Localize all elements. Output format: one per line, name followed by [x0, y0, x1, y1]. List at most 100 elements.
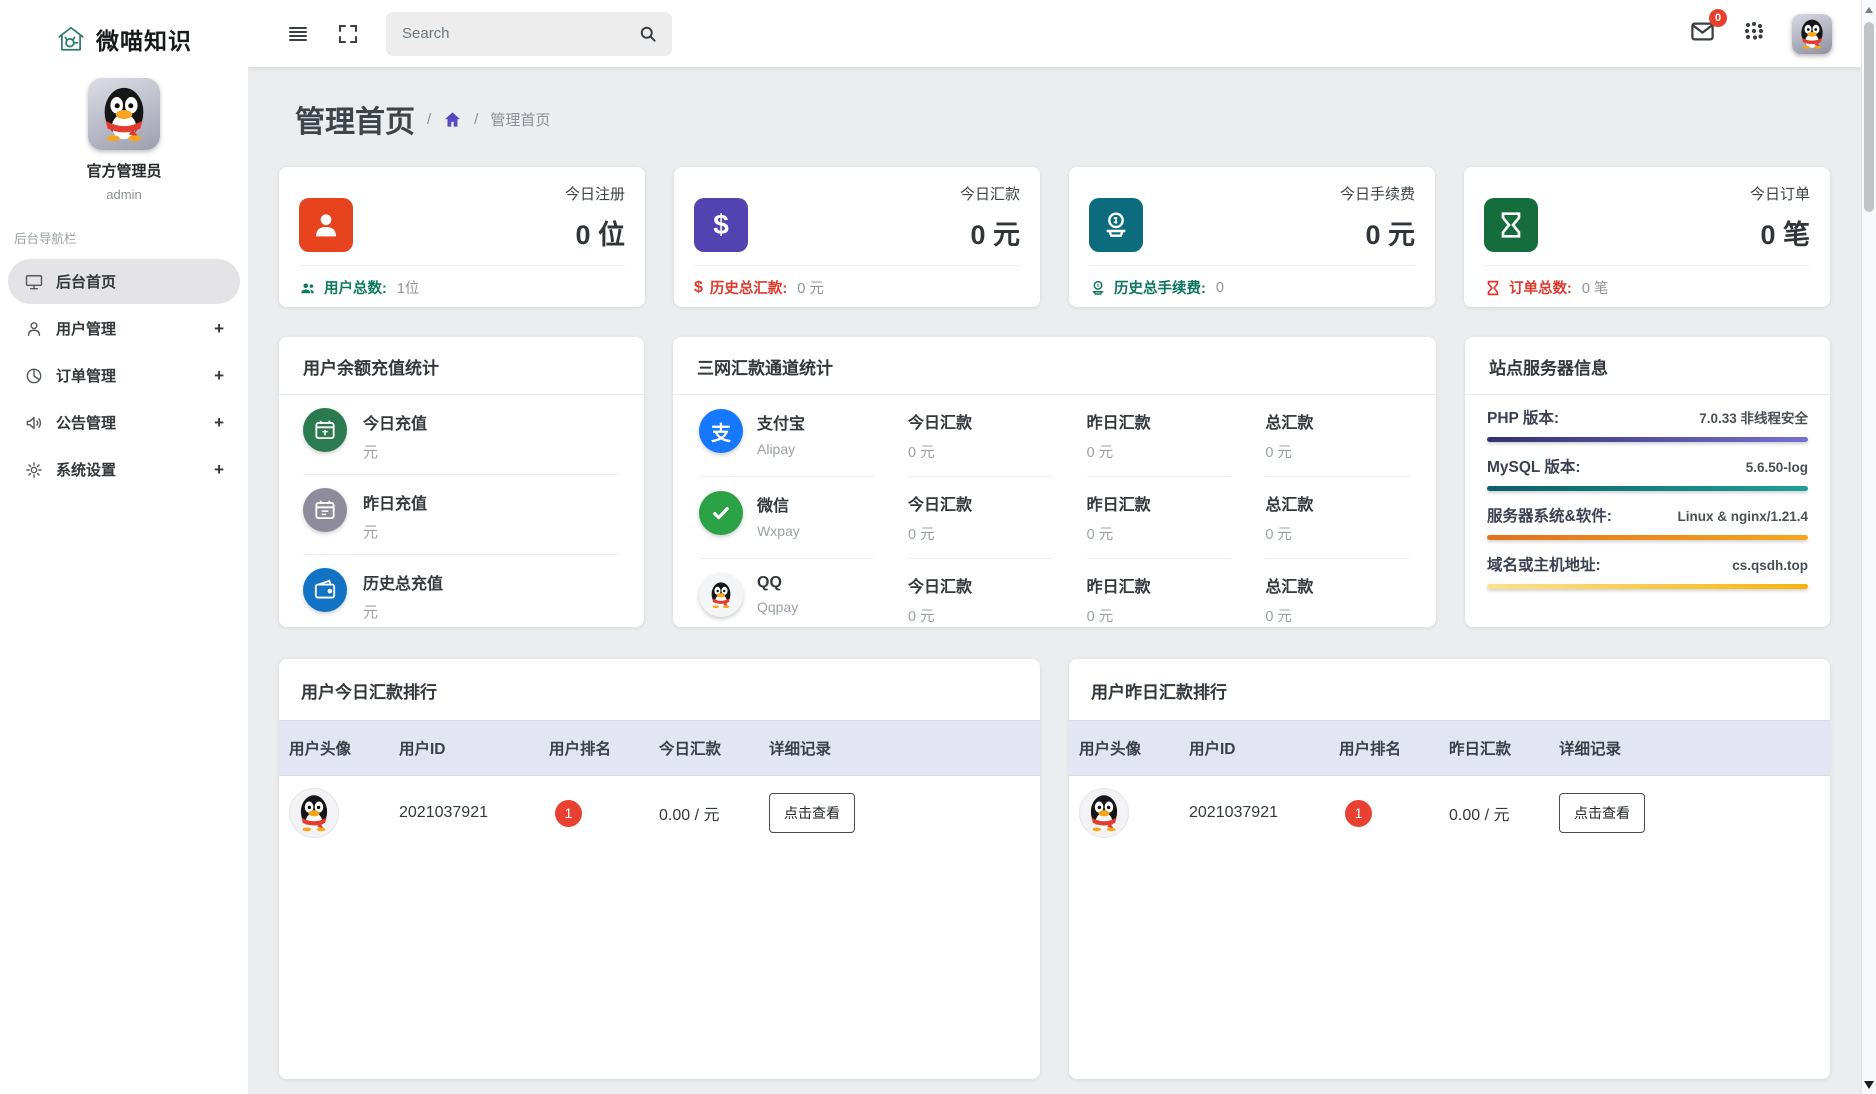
stat-value: 0 元	[1265, 605, 1410, 626]
monitor-icon	[24, 272, 44, 292]
stat-value: 0 元	[1087, 523, 1232, 544]
search-icon[interactable]	[638, 24, 658, 44]
stat-footer-label: 订单总数:	[1509, 277, 1572, 298]
stat-value: 0 元	[960, 213, 1020, 252]
search-input[interactable]	[400, 24, 638, 43]
stat-footer-value: 1位	[397, 277, 420, 298]
stat-value: 0 位	[565, 213, 625, 252]
expand-plus-icon[interactable]: +	[214, 460, 224, 480]
mail-count-badge: 0	[1709, 9, 1727, 27]
mail-button[interactable]: 0	[1689, 18, 1716, 50]
qq-icon	[699, 573, 743, 617]
sidebar-item-users[interactable]: 用户管理 +	[8, 306, 240, 351]
stat-label: 今日汇款	[960, 183, 1020, 204]
sidebar-item-settings[interactable]: 系统设置 +	[8, 447, 240, 492]
avatar	[1079, 788, 1129, 838]
list-item-label: 昨日充值	[363, 490, 427, 514]
home-icon[interactable]	[443, 110, 462, 129]
stat-value: 0 元	[908, 441, 1053, 462]
stat-label: 总汇款	[1265, 573, 1410, 597]
sidebar-item-label: 后台首页	[56, 271, 224, 292]
stat-label: 总汇款	[1265, 409, 1410, 433]
stat-cards-row: 今日注册 0 位 用户总数: 1位 $ 今日汇款 0 元	[279, 167, 1830, 307]
rank-badge: 1	[1345, 800, 1372, 827]
sidebar-item-orders[interactable]: 订单管理 +	[8, 353, 240, 398]
brand-title: 微喵知识	[96, 22, 192, 56]
server-value: 7.0.33 非线程安全	[1699, 407, 1808, 427]
coin-deposit-icon	[1089, 279, 1107, 297]
scrollbar-thumb[interactable]	[1864, 22, 1874, 212]
sidebar-item-dashboard[interactable]: 后台首页	[8, 259, 240, 304]
progress-bar	[1487, 535, 1808, 540]
view-details-button[interactable]: 点击查看	[769, 793, 855, 833]
sidebar-item-announcements[interactable]: 公告管理 +	[8, 400, 240, 445]
avatar	[289, 788, 339, 838]
stat-footer-label: 用户总数:	[324, 277, 387, 298]
server-info-row: PHP 版本: 7.0.33 非线程安全	[1465, 395, 1830, 444]
channel-name: QQ	[757, 574, 798, 592]
stat-label: 昨日汇款	[1087, 491, 1232, 515]
channel-row-wechat: 微信 Wxpay 今日汇款0 元 昨日汇款0 元 总汇款0 元	[673, 477, 1436, 559]
stat-value: 0 元	[908, 605, 1053, 626]
sidebar-item-label: 公告管理	[56, 412, 202, 433]
stat-card-orders: 今日订单 0 笔 订单总数: 0 笔	[1464, 167, 1830, 307]
server-label: PHP 版本:	[1487, 406, 1559, 428]
expand-plus-icon[interactable]: +	[214, 366, 224, 386]
server-info-row: MySQL 版本: 5.6.50-log	[1465, 444, 1830, 493]
qq-penguin-avatar-icon	[1083, 792, 1125, 834]
stat-footer-label: 历史总手续费:	[1114, 277, 1206, 298]
server-info-panel: 站点服务器信息 PHP 版本: 7.0.33 非线程安全 MySQL 版本: 5…	[1465, 337, 1830, 627]
fullscreen-button[interactable]	[336, 22, 360, 46]
column-header: 详细记录	[769, 737, 1040, 759]
topbar: 0	[248, 0, 1876, 67]
list-item-label: 今日充值	[363, 410, 427, 434]
panel-title: 站点服务器信息	[1465, 337, 1830, 395]
scroll-up-arrow[interactable]	[1865, 7, 1873, 13]
user-id-cell: 2021037921	[1189, 804, 1339, 822]
scroll-down-arrow[interactable]	[1864, 1081, 1874, 1089]
breadcrumb-separator: /	[427, 111, 431, 128]
breadcrumb-current: 管理首页	[490, 109, 550, 130]
server-info-row: 域名或主机地址: cs.qsdh.top	[1465, 542, 1830, 591]
profile-avatar-button[interactable]	[1792, 14, 1832, 54]
stat-card-registrations: 今日注册 0 位 用户总数: 1位	[279, 167, 645, 307]
scrollbar[interactable]	[1861, 0, 1876, 1094]
user-role: admin	[0, 187, 248, 202]
pie-chart-icon	[24, 366, 44, 386]
server-value: 5.6.50-log	[1746, 460, 1808, 475]
users-icon	[299, 279, 317, 297]
sidebar-item-label: 订单管理	[56, 365, 202, 386]
list-item: 历史总充值 元	[303, 555, 620, 635]
list-item-label: 历史总充值	[363, 570, 443, 594]
apps-button[interactable]	[1742, 19, 1766, 48]
stat-footer-value: 0 笔	[1582, 277, 1609, 298]
admin-dashboard: 微喵知识 官方管理员 admin 后台导航栏 后台首页 用户管理 + 订单管理 …	[0, 0, 1876, 1094]
column-header: 用户ID	[1189, 737, 1339, 759]
amount-cell: 0.00 / 元	[1449, 801, 1559, 825]
expand-plus-icon[interactable]: +	[214, 413, 224, 433]
hourglass-icon	[1484, 279, 1502, 297]
user-name: 官方管理员	[0, 160, 248, 181]
table-title: 用户昨日汇款排行	[1069, 659, 1830, 720]
list-item: 昨日充值 元	[303, 475, 620, 555]
qq-penguin-avatar-icon	[293, 792, 335, 834]
search-box	[386, 12, 672, 56]
expand-plus-icon[interactable]: +	[214, 319, 224, 339]
stat-footer-value: 0	[1216, 280, 1224, 296]
view-details-button[interactable]: 点击查看	[1559, 793, 1645, 833]
panel-title: 三网汇款通道统计	[673, 337, 1436, 395]
stat-value: 0 元	[908, 523, 1053, 544]
server-label: MySQL 版本:	[1487, 455, 1581, 477]
stat-label: 今日汇款	[908, 409, 1053, 433]
announcement-icon	[24, 413, 44, 433]
list-item: 今日充值 元	[303, 395, 620, 475]
stat-footer-label: 历史总汇款:	[710, 277, 787, 298]
stat-label: 总汇款	[1265, 491, 1410, 515]
calendar-today-icon	[303, 408, 347, 452]
stat-label: 今日订单	[1750, 183, 1810, 204]
list-item-value: 元	[363, 521, 427, 542]
hamburger-menu-button[interactable]	[286, 22, 310, 46]
stat-footer: 历史总手续费: 0	[1089, 266, 1415, 309]
stat-card-remittance: $ 今日汇款 0 元 $ 历史总汇款: 0 元	[674, 167, 1040, 307]
avatar	[88, 78, 160, 150]
